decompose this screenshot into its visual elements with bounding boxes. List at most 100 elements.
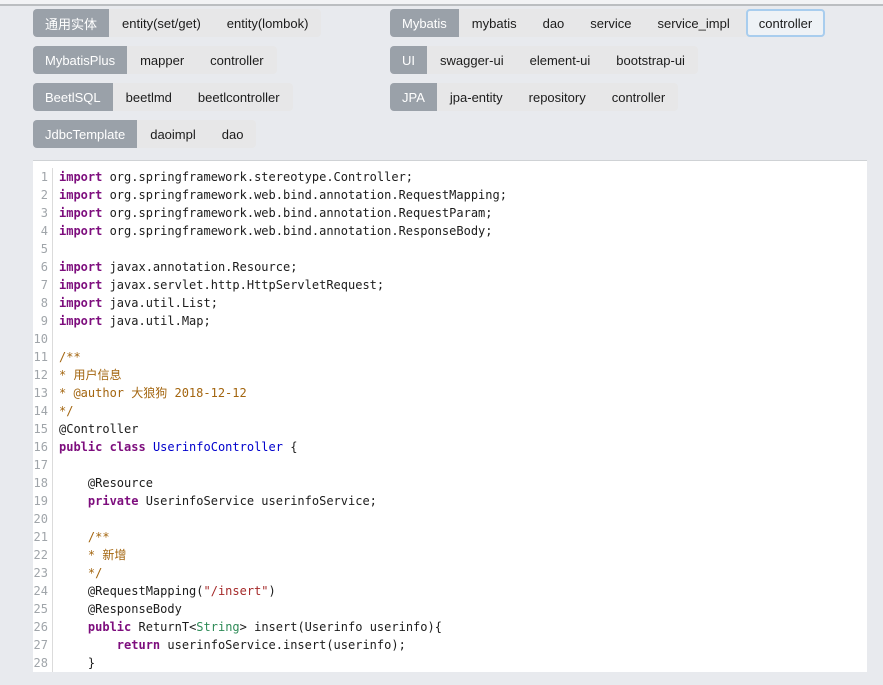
code-token: javax.servlet.http.HttpServletRequest; <box>102 278 384 292</box>
template-group-通用实体: 通用实体entity(set/get)entity(lombok) <box>33 9 321 37</box>
template-group-beetlsql: BeetlSQLbeetlmdbeetlcontroller <box>33 83 293 111</box>
line-number: 9 <box>33 312 53 330</box>
code-line-content: return userinfoService.insert(userinfo); <box>59 636 406 654</box>
line-number: 12 <box>33 366 53 384</box>
code-line: 12 * 用户信息 <box>33 366 867 384</box>
code-line-content: public class UserinfoController { <box>59 438 297 456</box>
code-token: { <box>283 440 297 454</box>
option-button-dao[interactable]: dao <box>530 9 578 37</box>
code-token: import <box>59 314 102 328</box>
option-button-daoimpl[interactable]: daoimpl <box>137 120 209 148</box>
option-button-mybatis[interactable]: mybatis <box>459 9 530 37</box>
option-button-jpa-entity[interactable]: jpa-entity <box>437 83 516 111</box>
code-line-content: /** <box>59 528 110 546</box>
option-button-bootstrap-ui[interactable]: bootstrap-ui <box>603 46 698 74</box>
option-button-beetlmd[interactable]: beetlmd <box>113 83 185 111</box>
code-token: import <box>59 260 102 274</box>
code-line: 3 import org.springframework.web.bind.ann… <box>33 204 867 222</box>
code-line-content: * 用户信息 <box>59 366 121 384</box>
line-number: 24 <box>33 582 53 600</box>
code-line-content: /** <box>59 348 81 366</box>
code-line-content: @RequestMapping("/insert") <box>59 582 276 600</box>
option-button-controller[interactable]: controller <box>197 46 276 74</box>
line-number: 17 <box>33 456 53 474</box>
code-line-content: import org.springframework.web.bind.anno… <box>59 222 493 240</box>
code-token: "/insert" <box>204 584 269 598</box>
code-line: 8import java.util.List; <box>33 294 867 312</box>
code-token <box>59 638 117 652</box>
code-line-content: * @author 大狼狗 2018-12-12 <box>59 384 247 402</box>
code-token: import <box>59 206 102 220</box>
line-number: 28 <box>33 654 53 672</box>
code-line: 13* @author 大狼狗 2018-12-12 <box>33 384 867 402</box>
code-line: 15 @Controller <box>33 420 867 438</box>
code-token: */ <box>59 566 102 580</box>
group-label-mybatisplus: MybatisPlus <box>33 46 127 74</box>
code-line: 7 import javax.servlet.http.HttpServletRe… <box>33 276 867 294</box>
code-editor[interactable]: 1import org.springframework.stereotype.C… <box>33 160 867 672</box>
option-button-entity-lombok[interactable]: entity(lombok) <box>214 9 322 37</box>
line-number: 22 <box>33 546 53 564</box>
code-line-content: */ <box>59 564 102 582</box>
line-number: 14 <box>33 402 53 420</box>
option-button-beetlcontroller[interactable]: beetlcontroller <box>185 83 293 111</box>
option-button-swagger-ui[interactable]: swagger-ui <box>427 46 517 74</box>
code-token: public class <box>59 440 146 454</box>
code-line: 18 @Resource <box>33 474 867 492</box>
code-line: 21 /** <box>33 528 867 546</box>
group-label-jpa: JPA <box>390 83 437 111</box>
code-line-content: @Resource <box>59 474 153 492</box>
code-token: ) <box>269 584 276 598</box>
option-button-service-impl[interactable]: service_impl <box>644 9 742 37</box>
code-token: userinfoService.insert(userinfo); <box>160 638 406 652</box>
code-line: 27 return userinfoService.insert(userinf… <box>33 636 867 654</box>
code-line-content: import java.util.List; <box>59 294 218 312</box>
code-token: > insert(Userinfo userinfo){ <box>240 620 442 634</box>
code-token: ReturnT< <box>131 620 196 634</box>
template-group-jpa: JPAjpa-entityrepositorycontroller <box>390 83 678 111</box>
code-line: 17 <box>33 456 867 474</box>
code-line: 11/** <box>33 348 867 366</box>
code-token: public <box>88 620 131 634</box>
code-token: org.springframework.web.bind.annotation.… <box>102 224 492 238</box>
group-label-通用实体: 通用实体 <box>33 9 109 37</box>
code-line: 16public class UserinfoController { <box>33 438 867 456</box>
line-number: 15 <box>33 420 53 438</box>
code-token: } <box>59 656 95 670</box>
option-button-mapper[interactable]: mapper <box>127 46 197 74</box>
option-button-entity-set-get[interactable]: entity(set/get) <box>109 9 214 37</box>
group-label-ui: UI <box>390 46 427 74</box>
code-token: @Resource <box>59 476 153 490</box>
code-line-content: @Controller <box>59 420 138 438</box>
code-token: org.springframework.web.bind.annotation.… <box>102 206 492 220</box>
option-button-controller[interactable]: controller <box>746 9 825 37</box>
line-number: 18 <box>33 474 53 492</box>
line-number: 25 <box>33 600 53 618</box>
option-button-controller[interactable]: controller <box>599 83 678 111</box>
option-button-element-ui[interactable]: element-ui <box>517 46 604 74</box>
code-line: 4 import org.springframework.web.bind.ann… <box>33 222 867 240</box>
template-group-jdbctemplate: JdbcTemplatedaoimpldao <box>33 120 256 148</box>
line-number: 27 <box>33 636 53 654</box>
code-token: return <box>117 638 160 652</box>
code-token: import <box>59 224 102 238</box>
code-token: * @author 大狼狗 2018-12-12 <box>59 386 247 400</box>
code-token: @RequestMapping( <box>59 584 204 598</box>
line-number: 2 <box>33 186 53 204</box>
option-button-service[interactable]: service <box>577 9 644 37</box>
code-token: java.util.List; <box>102 296 218 310</box>
code-line-content: } <box>59 654 95 672</box>
line-number: 3 <box>33 204 53 222</box>
code-token: javax.annotation.Resource; <box>102 260 297 274</box>
line-number: 7 <box>33 276 53 294</box>
line-number: 26 <box>33 618 53 636</box>
code-token: import <box>59 278 102 292</box>
line-number: 4 <box>33 222 53 240</box>
option-button-dao[interactable]: dao <box>209 120 257 148</box>
template-group-mybatis: Mybatismybatisdaoserviceservice_implcont… <box>390 9 825 37</box>
code-line-content: import org.springframework.web.bind.anno… <box>59 204 493 222</box>
code-line: 28 } <box>33 654 867 672</box>
code-token: */ <box>59 404 73 418</box>
line-number: 20 <box>33 510 53 528</box>
option-button-repository[interactable]: repository <box>516 83 599 111</box>
